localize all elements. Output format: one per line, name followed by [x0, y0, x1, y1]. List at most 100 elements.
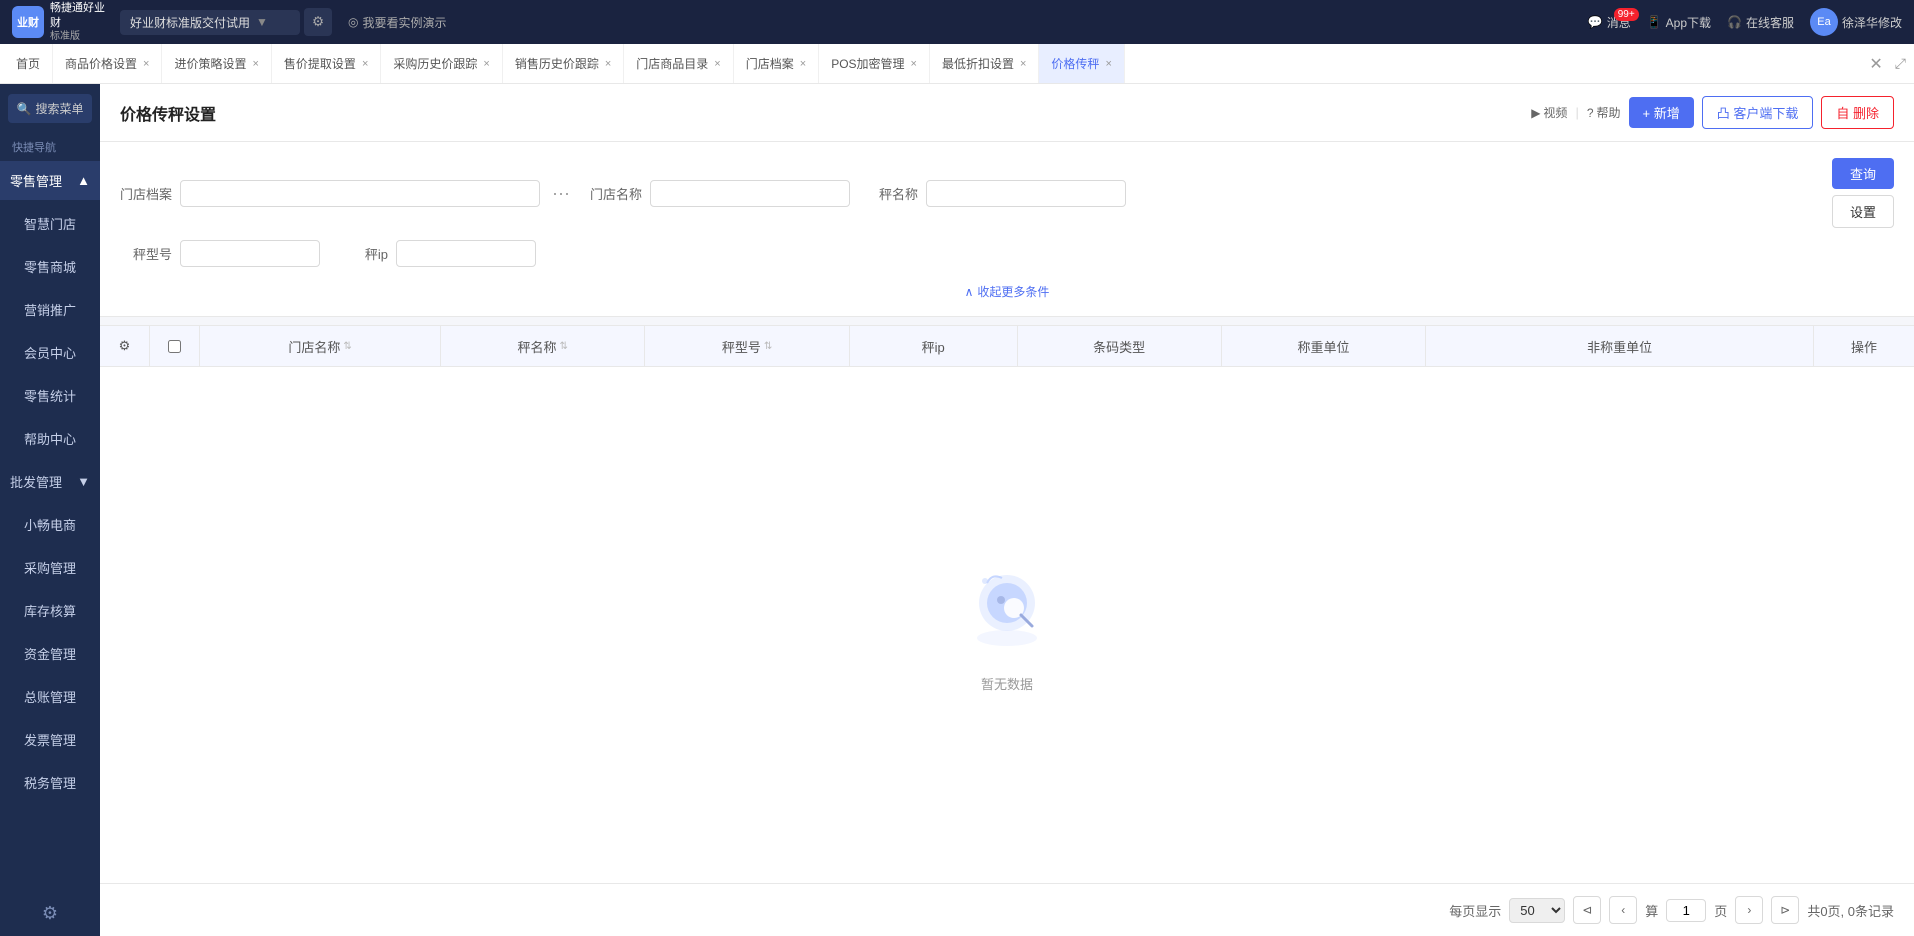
user-menu[interactable]: Ea 徐泽华修改 — [1810, 8, 1902, 36]
scale-name-field: 秤名称 — [866, 180, 1126, 207]
sort-icon: ⇅ — [560, 341, 568, 352]
close-icon[interactable]: × — [143, 58, 149, 70]
help-icon: ? — [1587, 106, 1594, 120]
sidebar-item-help[interactable]: 帮助中心 — [6, 419, 94, 458]
sidebar-item-ledger[interactable]: 总账管理 — [6, 677, 94, 716]
close-icon[interactable]: × — [1020, 58, 1026, 70]
sidebar-item-smart-store[interactable]: 智慧门店 — [6, 204, 94, 243]
tab-sale-price[interactable]: 售价提取设置 × — [272, 44, 381, 84]
sidebar-item-membership[interactable]: 会员中心 — [6, 333, 94, 372]
store-file-input[interactable] — [180, 180, 540, 207]
sidebar-gear-area: ⚙ — [0, 891, 100, 936]
tab-min-discount[interactable]: 最低折扣设置 × — [930, 44, 1039, 84]
sidebar-item-purchase[interactable]: 采购管理 — [6, 548, 94, 587]
page-number-input[interactable] — [1666, 899, 1706, 922]
filter-actions: 查询 设置 — [1832, 158, 1894, 228]
close-tab-button[interactable]: ✕ — [1865, 50, 1886, 78]
tab-purchase-strategy[interactable]: 进价策略设置 × — [162, 44, 271, 84]
store-name-label: 门店名称 — [590, 184, 642, 203]
th-non-weight-unit[interactable]: 非称重单位 — [1426, 326, 1814, 366]
tab-store-catalog[interactable]: 门店商品目录 × — [624, 44, 733, 84]
next-page-button[interactable]: › — [1735, 896, 1763, 924]
filter-row-1: 门店档案 ··· 门店名称 秤名称 查询 设置 — [120, 158, 1894, 228]
scale-name-input[interactable] — [926, 180, 1126, 207]
th-scale-name[interactable]: 秤名称 ⇅ — [441, 326, 645, 366]
tab-price-transfer[interactable]: 价格传秤 × — [1039, 44, 1124, 84]
close-icon[interactable]: × — [800, 58, 806, 70]
logo-abbr: 业财 — [17, 14, 39, 30]
model-field: 秤型号 — [120, 240, 320, 267]
select-all-checkbox[interactable] — [168, 340, 181, 353]
sidebar: 🔍 搜索菜单 快捷导航 零售管理 ▲ 智慧门店 零售商城 营销推广 会员中心 — [0, 84, 100, 936]
pagination-bar: 每页显示 50 20 100 ⊲ ‹ 算 页 › ⊳ 共0页, 0条记录 — [100, 883, 1914, 936]
tab-price-setting[interactable]: 商品价格设置 × — [53, 44, 162, 84]
filter-row-2: 秤型号 秤ip — [120, 240, 1894, 267]
sidebar-item-finance[interactable]: 资金管理 — [6, 634, 94, 673]
settings-icon[interactable]: ⚙ — [304, 8, 332, 36]
th-weight-unit[interactable]: 称重单位 — [1222, 326, 1426, 366]
query-button[interactable]: 查询 — [1832, 158, 1894, 189]
sidebar-item-marketing[interactable]: 营销推广 — [6, 290, 94, 329]
tab-sales-history[interactable]: 销售历史价跟踪 × — [503, 44, 624, 84]
store-file-field: 门店档案 ··· — [120, 180, 574, 207]
model-label: 秤型号 — [120, 244, 172, 263]
per-page-select[interactable]: 50 20 100 — [1509, 898, 1565, 923]
logo-area: 业财 畅捷通好业财 标准版 — [12, 1, 112, 43]
prev-page-button[interactable]: ‹ — [1609, 896, 1637, 924]
demo-link[interactable]: ◎ 我要看实例演示 — [348, 14, 447, 31]
th-checkbox[interactable] — [150, 326, 200, 366]
download-client-button[interactable]: 凸 客户端下载 — [1702, 96, 1814, 129]
video-link[interactable]: ▶ 视频 — [1531, 104, 1567, 121]
expand-tab-button[interactable]: ⤢ — [1891, 51, 1910, 76]
close-icon[interactable]: × — [714, 58, 720, 70]
th-model[interactable]: 秤型号 ⇅ — [645, 326, 849, 366]
help-link[interactable]: ? 帮助 — [1587, 104, 1621, 121]
store-file-dots-button[interactable]: ··· — [548, 183, 574, 204]
close-icon[interactable]: × — [605, 58, 611, 70]
model-input[interactable] — [180, 240, 320, 267]
th-operations: 操作 — [1814, 326, 1914, 366]
nav-label: 快捷导航 — [0, 133, 100, 159]
sidebar-item-retail-stats[interactable]: 零售统计 — [6, 376, 94, 415]
sidebar-item-retail-management[interactable]: 零售管理 ▲ — [0, 161, 100, 200]
selector-label: 好业财标准版交付试用 — [130, 14, 250, 31]
video-icon: ▶ — [1531, 106, 1540, 120]
tab-purchase-history[interactable]: 采购历史价跟踪 × — [381, 44, 502, 84]
online-service-button[interactable]: 🎧 在线客服 — [1727, 14, 1794, 31]
close-icon[interactable]: × — [911, 58, 917, 70]
th-barcode[interactable]: 条码类型 — [1018, 326, 1222, 366]
close-icon[interactable]: × — [483, 58, 489, 70]
last-page-button[interactable]: ⊳ — [1771, 896, 1799, 924]
tab-pos-encrypt[interactable]: POS加密管理 × — [819, 44, 930, 84]
sidebar-item-retail-mall[interactable]: 零售商城 — [6, 247, 94, 286]
sidebar-settings-button[interactable]: ⚙ — [42, 903, 58, 924]
sidebar-item-ecommerce[interactable]: 小畅电商 — [6, 505, 94, 544]
collapse-button[interactable]: ∧ 收起更多条件 — [965, 283, 1050, 300]
store-file-label: 门店档案 — [120, 184, 172, 203]
th-ip[interactable]: 秤ip — [850, 326, 1018, 366]
sidebar-item-wholesale[interactable]: 批发管理 ▼ — [0, 462, 100, 501]
close-icon[interactable]: × — [1105, 58, 1111, 70]
search-menu-button[interactable]: 🔍 搜索菜单 — [8, 94, 92, 123]
store-name-input[interactable] — [650, 180, 850, 207]
page-label: 算 — [1645, 901, 1658, 920]
th-store-name[interactable]: 门店名称 ⇅ — [200, 326, 441, 366]
close-icon[interactable]: × — [362, 58, 368, 70]
search-icon: 🔍 — [17, 102, 32, 116]
th-gear[interactable]: ⚙ — [100, 326, 150, 366]
tab-home[interactable]: 首页 — [4, 44, 53, 84]
add-button[interactable]: + 新增 — [1629, 97, 1694, 128]
first-page-button[interactable]: ⊲ — [1573, 896, 1601, 924]
set-button[interactable]: 设置 — [1832, 195, 1894, 228]
delete-button[interactable]: 自 删除 — [1821, 96, 1894, 129]
sidebar-item-tax[interactable]: 税务管理 — [6, 763, 94, 802]
sidebar-item-inventory[interactable]: 库存核算 — [6, 591, 94, 630]
sidebar-item-invoice[interactable]: 发票管理 — [6, 720, 94, 759]
version-selector[interactable]: 好业财标准版交付试用 ▼ — [120, 10, 300, 35]
ip-input[interactable] — [396, 240, 536, 267]
close-icon[interactable]: × — [252, 58, 258, 70]
tab-store-file[interactable]: 门店档案 × — [734, 44, 819, 84]
gear-icon: ⚙ — [119, 338, 131, 354]
app-download-button[interactable]: 📱 App下载 — [1647, 14, 1711, 31]
messages-button[interactable]: 💬 消息 99+ — [1588, 14, 1631, 31]
